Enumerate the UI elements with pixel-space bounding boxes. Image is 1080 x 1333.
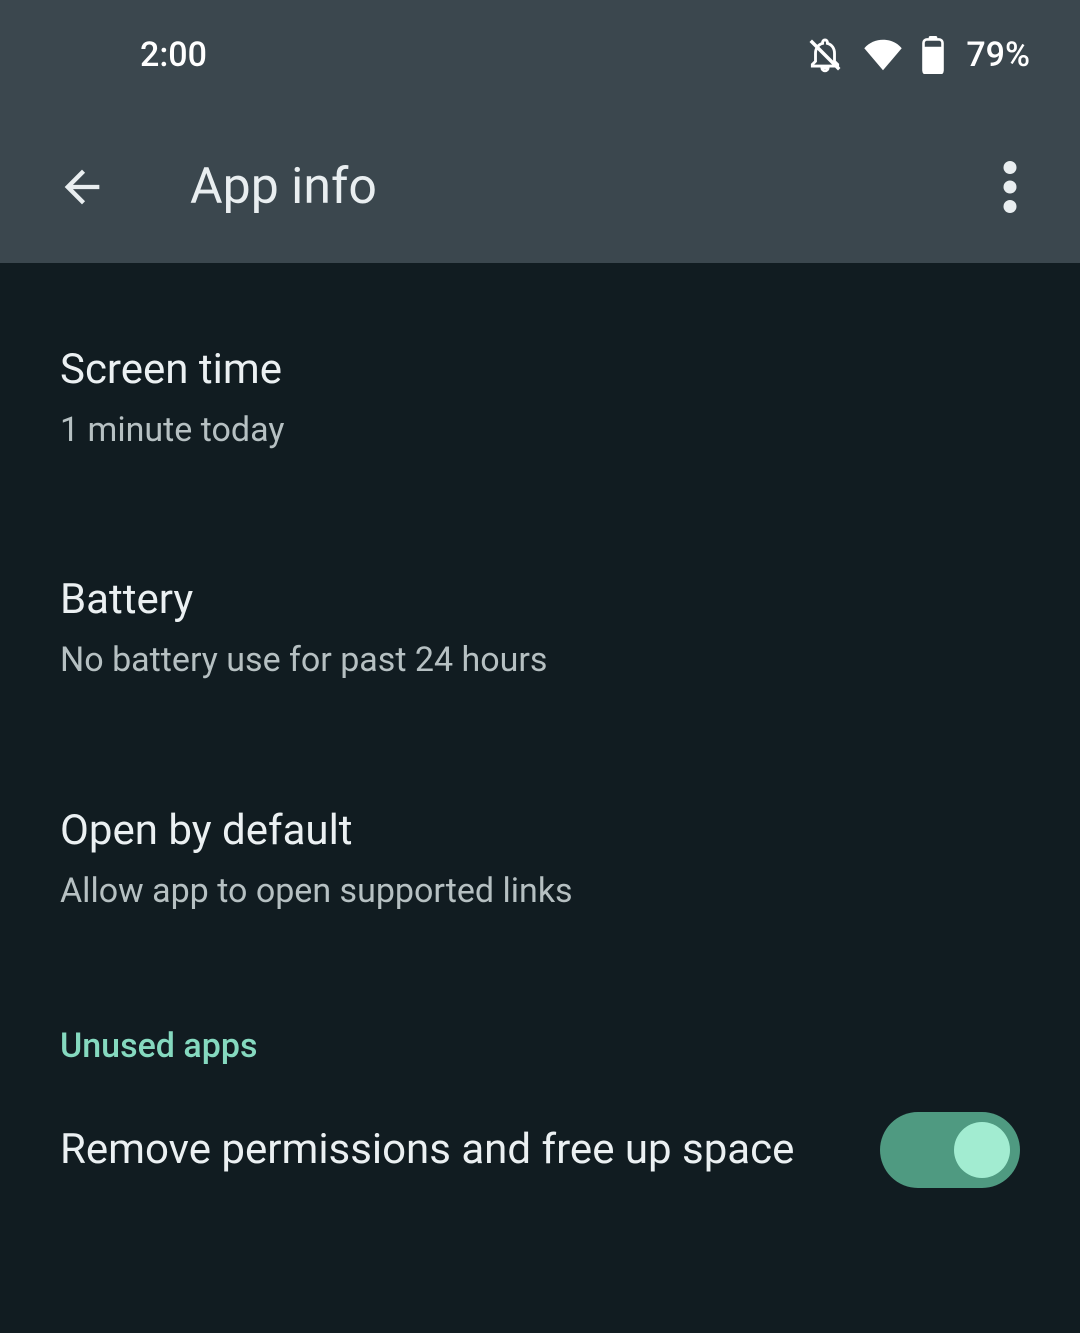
item-subtitle: Allow app to open supported links — [60, 869, 1020, 915]
remove-permissions-row[interactable]: Remove permissions and free up space — [60, 1082, 1020, 1218]
top-region: 2:00 79% — [0, 0, 1080, 263]
back-button[interactable] — [42, 147, 122, 227]
item-title: Screen time — [60, 343, 1020, 398]
overflow-menu-button[interactable] — [980, 147, 1040, 227]
arrow-left-icon — [56, 161, 108, 213]
item-title: Open by default — [60, 804, 1020, 859]
toggle-thumb — [954, 1122, 1010, 1178]
dnd-off-icon — [806, 36, 844, 74]
open-by-default-item[interactable]: Open by default Allow app to open suppor… — [60, 774, 1020, 954]
toggle-label: Remove permissions and free up space — [60, 1122, 880, 1179]
battery-icon — [922, 36, 944, 74]
item-title: Battery — [60, 573, 1020, 628]
status-right: 79% — [806, 35, 1030, 75]
section-header-unused-apps: Unused apps — [60, 1004, 1020, 1076]
status-time: 2:00 — [140, 35, 207, 75]
battery-item[interactable]: Battery No battery use for past 24 hours — [60, 543, 1020, 723]
wifi-icon — [862, 38, 904, 72]
app-bar: App info — [0, 110, 1080, 263]
more-vert-icon — [1003, 161, 1017, 213]
item-subtitle: 1 minute today — [60, 408, 1020, 454]
status-bar: 2:00 79% — [0, 0, 1080, 110]
item-subtitle: No battery use for past 24 hours — [60, 638, 1020, 684]
remove-permissions-toggle[interactable] — [880, 1112, 1020, 1188]
screen-time-item[interactable]: Screen time 1 minute today — [60, 313, 1020, 493]
battery-percent: 79% — [966, 35, 1030, 75]
page-title: App info — [190, 158, 980, 216]
content: Screen time 1 minute today Battery No ba… — [0, 263, 1080, 1218]
